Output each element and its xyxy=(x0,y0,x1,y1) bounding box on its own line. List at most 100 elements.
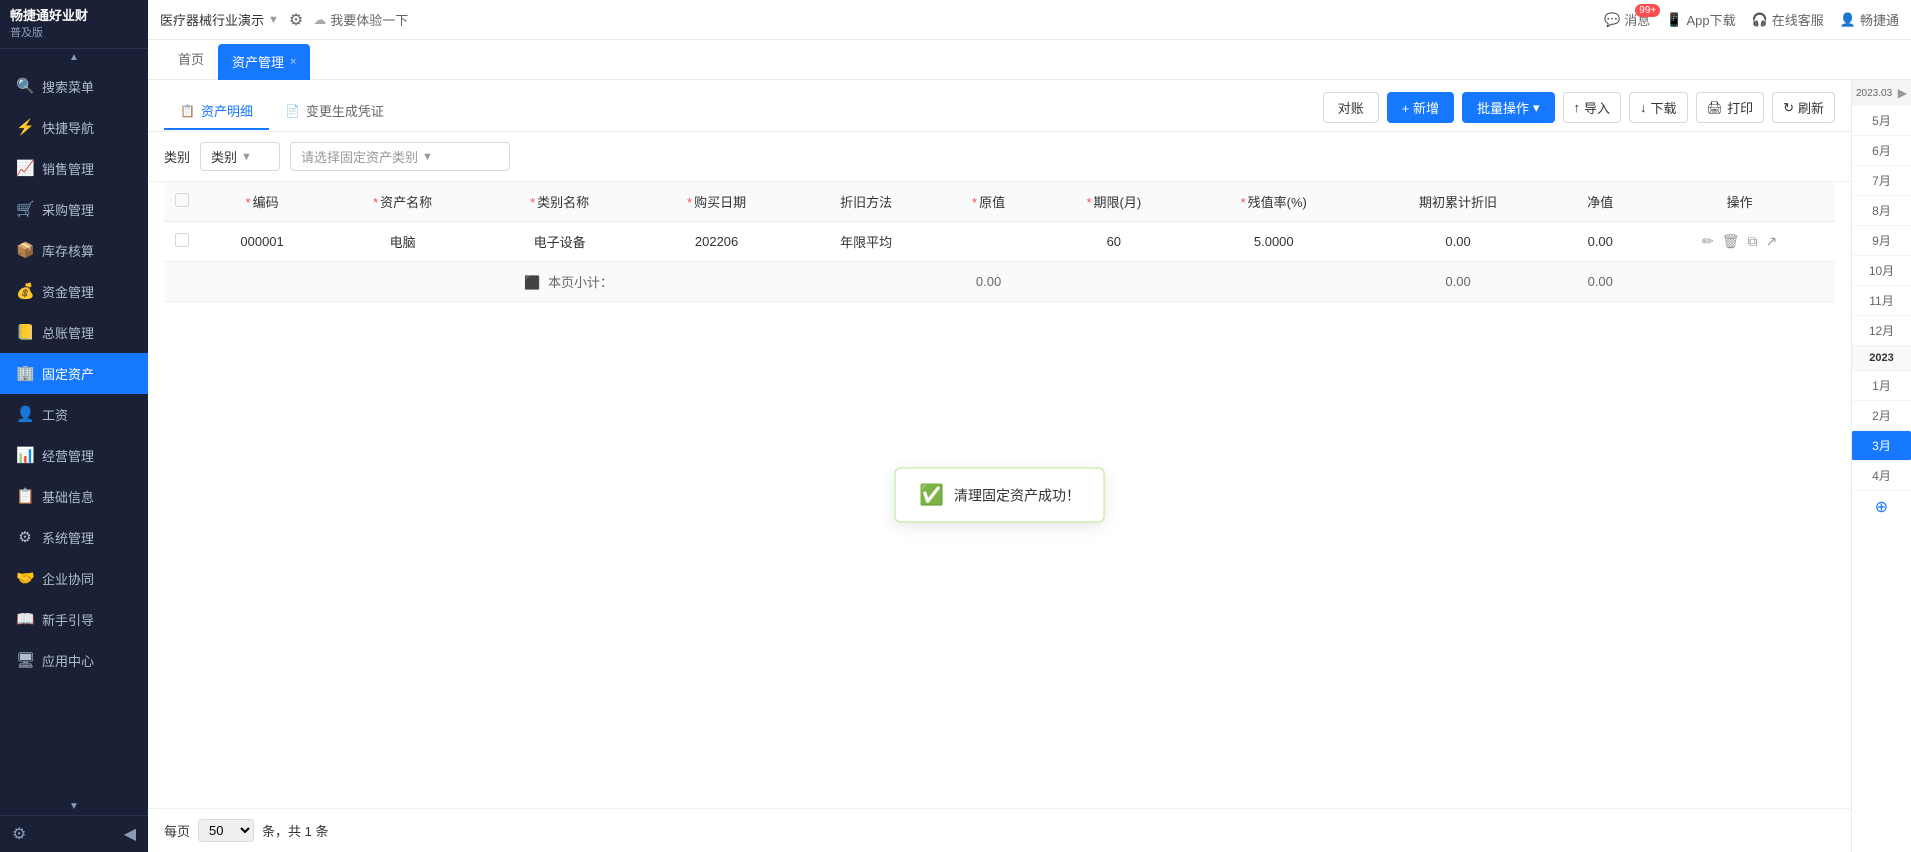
row-code: 000001 xyxy=(200,222,324,262)
table-header-row: *编码 *资产名称 *类别名称 *购买日期 折旧方法 *原值 *期限(月) *残… xyxy=(164,182,1835,222)
calendar-month-7[interactable]: 7月 xyxy=(1852,166,1911,196)
print-button[interactable]: 🖨 打印 xyxy=(1696,92,1765,123)
tab-home[interactable]: 首页 xyxy=(164,40,218,80)
sidebar-item-库存核算[interactable]: 📦库存核算 xyxy=(0,230,148,271)
calendar-month-2[interactable]: 2月 xyxy=(1852,401,1911,431)
select-all-cell[interactable] xyxy=(164,182,200,222)
user-menu-btn[interactable]: 👤 畅捷通 xyxy=(1840,10,1899,29)
duizhang-button[interactable]: 对账 xyxy=(1323,92,1379,123)
new-button[interactable]: + 新增 xyxy=(1387,92,1454,123)
sidebar-icon: 🏢 xyxy=(16,364,34,382)
subtotal-empty xyxy=(164,262,200,302)
calendar-month-12[interactable]: 12月 xyxy=(1852,316,1911,346)
sidebar-icon: 🖥 xyxy=(16,651,34,669)
col-period: *期限(月) xyxy=(1040,182,1188,222)
row-net-value: 0.00 xyxy=(1556,222,1644,262)
change-voucher-icon: 📄 xyxy=(285,104,300,118)
sidebar-item-label: 经营管理 xyxy=(42,446,94,465)
more-icon[interactable]: ↗ xyxy=(1765,233,1777,250)
edit-icon[interactable]: ✏ xyxy=(1702,233,1714,250)
sidebar-item-label: 搜索菜单 xyxy=(42,77,94,96)
download-label: 下载 xyxy=(1651,98,1677,117)
download-button[interactable]: ↓ 下载 xyxy=(1629,92,1688,123)
main-area: 医疗器械行业演示 ▼ ⚙ ☁ 我要体验一下 💬 消息 99+ 📱 App下载 🎧… xyxy=(148,0,1911,852)
print-icon: 🖨 xyxy=(1707,100,1724,116)
batch-button[interactable]: 批量操作 ▾ xyxy=(1462,92,1555,123)
sidebar-item-资金管理[interactable]: 💰资金管理 xyxy=(0,271,148,312)
import-button[interactable]: ↑ 导入 xyxy=(1563,92,1622,123)
sidebar-item-采购管理[interactable]: 🛒采购管理 xyxy=(0,189,148,230)
msg-icon: 💬 xyxy=(1604,12,1620,28)
calendar-month-1[interactable]: 1月 xyxy=(1852,371,1911,401)
import-label: 导入 xyxy=(1584,98,1610,117)
success-toast: ✅ 清理固定资产成功！ xyxy=(894,468,1105,523)
experience-btn[interactable]: ☁ 我要体验一下 xyxy=(313,10,408,29)
settings-icon[interactable]: ⚙ xyxy=(12,824,26,844)
sidebar-item-固定资产[interactable]: 🏢 固定资产 xyxy=(0,353,148,394)
content-tab-asset-detail[interactable]: 📋 资产明细 xyxy=(164,93,269,130)
sidebar-item-应用中心[interactable]: 🖥应用中心 xyxy=(0,640,148,681)
calendar-month-10[interactable]: 10月 xyxy=(1852,256,1911,286)
calendar-month-6[interactable]: 6月 xyxy=(1852,136,1911,166)
tab-home-label: 首页 xyxy=(178,49,204,68)
sidebar-scroll-down[interactable]: ▼ xyxy=(0,798,148,815)
calendar-month-11[interactable]: 11月 xyxy=(1852,286,1911,316)
category-select-text: 类别 xyxy=(211,147,237,166)
copy-icon[interactable]: ⧉ xyxy=(1747,233,1757,250)
refresh-label: 刷新 xyxy=(1798,98,1824,117)
sidebar-item-企业协同[interactable]: 🤝企业协同 xyxy=(0,558,148,599)
category-input-placeholder: 请选择固定资产类别 xyxy=(301,147,418,166)
row-checkbox-cell[interactable] xyxy=(164,222,200,262)
category-select[interactable]: 类别 ▼ xyxy=(200,142,280,171)
refresh-button[interactable]: ↻ 刷新 xyxy=(1772,92,1835,123)
row-checkbox[interactable] xyxy=(175,233,189,247)
sidebar-item-label: 固定资产 xyxy=(42,364,94,383)
category-input[interactable]: 请选择固定资产类别 ▼ xyxy=(290,142,510,171)
sidebar-item-搜索菜单[interactable]: 🔍搜索菜单 xyxy=(0,66,148,107)
tab-asset-management[interactable]: 资产管理 × xyxy=(218,44,310,80)
row-initial-dep: 0.00 xyxy=(1360,222,1557,262)
delete-icon[interactable]: 🗑 xyxy=(1722,233,1740,250)
company-selector[interactable]: 医疗器械行业演示 ▼ xyxy=(160,10,279,29)
content-tab-change-voucher[interactable]: 📄 变更生成凭证 xyxy=(269,93,400,130)
sidebar-item-经营管理[interactable]: 📊经营管理 xyxy=(0,435,148,476)
col-initial-dep: 期初累计折旧 xyxy=(1360,182,1557,222)
sidebar-item-label: 采购管理 xyxy=(42,200,94,219)
col-residual-rate: *残值率(%) xyxy=(1188,182,1360,222)
sidebar-item-快捷导航[interactable]: ⚡快捷导航 xyxy=(0,107,148,148)
calendar-month-3-current[interactable]: 3月 xyxy=(1852,431,1911,461)
topbar-gear-icon[interactable]: ⚙ xyxy=(289,10,303,30)
per-page-select[interactable]: 50 100 200 xyxy=(198,819,254,842)
sidebar-item-总账管理[interactable]: 📒 总账管理 xyxy=(0,312,148,353)
sidebar-item-工资[interactable]: 👤工资 xyxy=(0,394,148,435)
sidebar-item-新手引导[interactable]: 📖新手引导 xyxy=(0,599,148,640)
content-actions: 对账 + 新增 批量操作 ▾ ↑ 导入 ↓ 下载 xyxy=(1323,92,1835,131)
sidebar-icon: 📒 xyxy=(16,323,34,341)
sidebar-item-销售管理[interactable]: 📈销售管理 xyxy=(0,148,148,189)
sidebar-scroll-up[interactable]: ▲ xyxy=(0,49,148,66)
calendar-scroll-down-icon[interactable]: ⊕ xyxy=(1869,491,1894,523)
select-all-checkbox[interactable] xyxy=(175,193,189,207)
user-icon: 👤 xyxy=(1840,12,1856,28)
calendar-month-4[interactable]: 4月 xyxy=(1852,461,1911,491)
subtotal-icon: ⬛ xyxy=(524,275,540,290)
category-input-arrow: ▼ xyxy=(422,151,433,163)
collapse-icon[interactable]: ◀ xyxy=(124,824,136,844)
toast-check-icon: ✅ xyxy=(919,483,944,508)
sidebar-item-基础信息[interactable]: 📋基础信息 xyxy=(0,476,148,517)
subtotal-actions-empty xyxy=(1644,262,1835,302)
right-sidebar-toggle-icon[interactable]: ▶ xyxy=(1898,86,1907,100)
calendar-month-9[interactable]: 9月 xyxy=(1852,226,1911,256)
calendar-month-5[interactable]: 5月 xyxy=(1852,106,1911,136)
calendar-month-8[interactable]: 8月 xyxy=(1852,196,1911,226)
sidebar-item-label: 基础信息 xyxy=(42,487,94,506)
cloud-icon: ☁ xyxy=(313,12,326,28)
tab-close-icon[interactable]: × xyxy=(290,56,296,68)
app-download-btn[interactable]: 📱 App下载 xyxy=(1666,10,1735,29)
sidebar-item-label: 总账管理 xyxy=(42,323,94,342)
messages-btn[interactable]: 💬 消息 99+ xyxy=(1604,10,1650,29)
row-category: 电子设备 xyxy=(481,222,638,262)
sidebar-item-label: 企业协同 xyxy=(42,569,94,588)
sidebar-item-系统管理[interactable]: ⚙系统管理 xyxy=(0,517,148,558)
online-service-btn[interactable]: 🎧 在线客服 xyxy=(1752,10,1824,29)
